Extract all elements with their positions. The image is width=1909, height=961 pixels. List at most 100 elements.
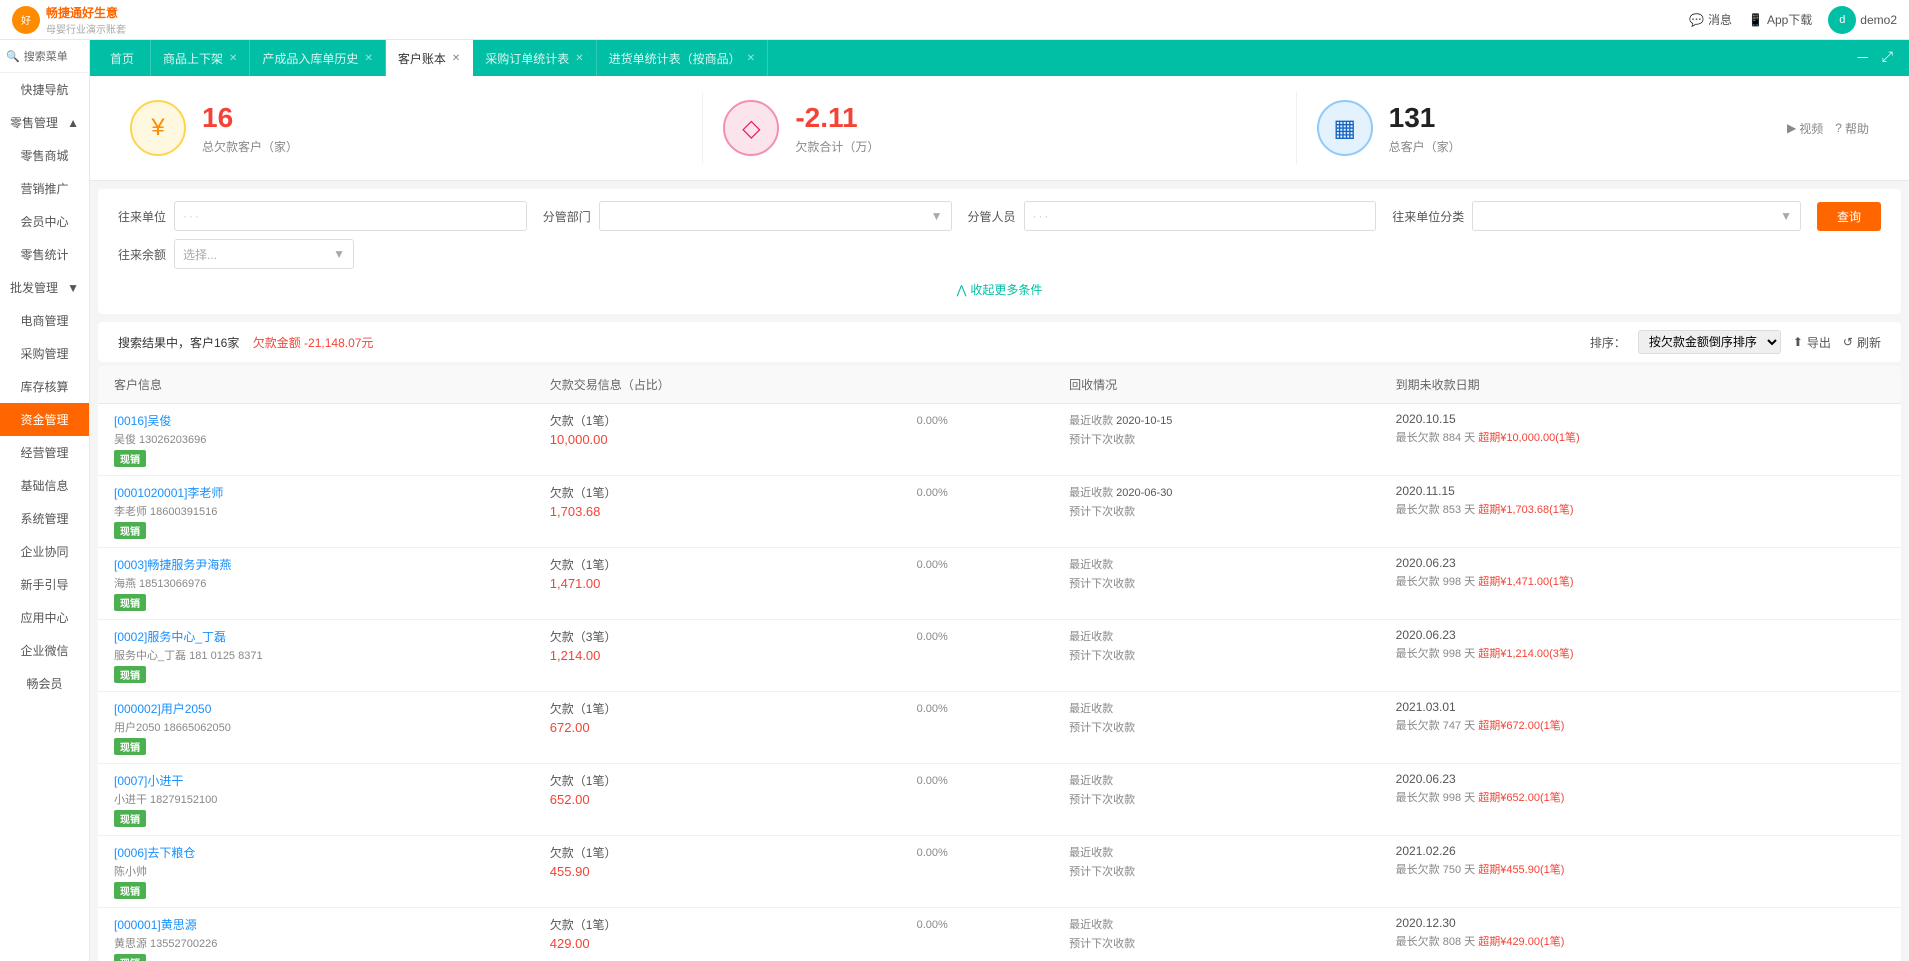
col-debt-info: 欠款交易信息（占比） xyxy=(534,366,901,404)
sidebar-item-apps[interactable]: 应用中心 xyxy=(0,601,89,634)
video-link[interactable]: ▶ 视频 xyxy=(1787,120,1823,137)
sidebar-item-system[interactable]: 系统管理 xyxy=(0,502,89,535)
customer-name[interactable]: [0002]服务中心_丁磊 xyxy=(114,628,518,645)
tab-production-history[interactable]: 产成品入库单历史 ✕ xyxy=(250,40,385,76)
customer-tag: 现销 xyxy=(114,738,146,755)
customer-name[interactable]: [000001]黄思源 xyxy=(114,916,518,933)
debt-amount[interactable]: 1,471.00 xyxy=(550,576,885,591)
overdue-link[interactable]: 超期¥1,471.00(1笔) xyxy=(1478,576,1573,588)
latest-collection-label: 最近收款 xyxy=(1069,844,1364,860)
table-row: [0006]去下粮仓 陈小帅 现销 欠款（1笔） 455.90 0.00% 最近… xyxy=(98,836,1901,908)
help-link[interactable]: ? 帮助 xyxy=(1835,120,1869,137)
overdue-date: 2020.06.23 xyxy=(1396,772,1885,786)
dept-input[interactable]: ▼ xyxy=(599,201,952,231)
customer-name[interactable]: [000002]用户2050 xyxy=(114,700,518,717)
next-collection: 预计下次收款 xyxy=(1069,791,1364,807)
unit-category-input[interactable]: ▼ xyxy=(1472,201,1801,231)
debt-amount[interactable]: 1,214.00 xyxy=(550,648,885,663)
customer-name[interactable]: [0003]畅捷服务尹海燕 xyxy=(114,556,518,573)
sidebar-item-purchase[interactable]: 采购管理 xyxy=(0,337,89,370)
tab-close-production-history[interactable]: ✕ xyxy=(364,53,372,64)
overdue-link[interactable]: 超期¥10,000.00(1笔) xyxy=(1478,432,1580,444)
sidebar-item-inventory[interactable]: 库存核算 xyxy=(0,370,89,403)
minimize-btn[interactable]: － xyxy=(1852,44,1874,72)
tab-close-purchase-stats[interactable]: ✕ xyxy=(575,53,583,64)
overdue-days: 最长欠款 750 天 超期¥455.90(1笔) xyxy=(1396,861,1885,877)
filter-row-2: 往来余额 选择... ▼ xyxy=(118,239,1881,269)
sidebar-item-retail-shop[interactable]: 零售商城 xyxy=(0,139,89,172)
table-row: [000002]用户2050 用户2050 18665062050 现销 欠款（… xyxy=(98,692,1901,764)
person-input[interactable]: ··· xyxy=(1024,201,1377,231)
customer-name[interactable]: [0001020001]李老师 xyxy=(114,484,518,501)
sidebar-item-vip[interactable]: 畅会员 xyxy=(0,667,89,700)
total-customers-value: 131 xyxy=(1389,102,1461,134)
debt-amount[interactable]: 429.00 xyxy=(550,936,885,951)
filter-unit-category: 往来单位分类 ▼ xyxy=(1392,201,1801,231)
sidebar-item-guide[interactable]: 新手引导 xyxy=(0,568,89,601)
latest-collection-label: 最近收款 xyxy=(1069,916,1364,932)
collapse-btn[interactable]: ⋀ 收起更多条件 xyxy=(118,277,1881,302)
overdue-link[interactable]: 超期¥429.00(1笔) xyxy=(1478,936,1564,948)
refresh-btn[interactable]: ↺ 刷新 xyxy=(1843,334,1881,351)
filter-row-1: 往来单位 ··· 分管部门 ▼ 分管人员 ··· xyxy=(118,201,1881,231)
sidebar-item-operations[interactable]: 经营管理 xyxy=(0,436,89,469)
app-download-btn[interactable]: 📱 App下载 xyxy=(1748,11,1812,28)
debt-amount[interactable]: 10,000.00 xyxy=(550,432,885,447)
tab-purchase-stats[interactable]: 采购订单统计表 ✕ xyxy=(473,40,596,76)
tab-product-list[interactable]: 商品上下架 ✕ xyxy=(151,40,250,76)
overdue-link[interactable]: 超期¥652.00(1笔) xyxy=(1478,792,1564,804)
sidebar-item-retail-stats[interactable]: 零售统计 xyxy=(0,238,89,271)
customer-name[interactable]: [0007]小进干 xyxy=(114,772,518,789)
sidebar-item-quick-nav[interactable]: 快捷导航 xyxy=(0,73,89,106)
chevron-icon: ▲ xyxy=(67,116,79,130)
tab-close-customer-account[interactable]: ✕ xyxy=(452,53,460,64)
sidebar-item-marketing[interactable]: 营销推广 xyxy=(0,172,89,205)
tab-import-stats[interactable]: 进货单统计表（按商品） ✕ xyxy=(597,40,768,76)
latest-collection-label: 最近收款 2020-10-15 xyxy=(1069,412,1364,428)
table-container: 客户信息 欠款交易信息（占比） 回收情况 到期未收款日期 [0016]吴俊 吴俊… xyxy=(98,366,1901,961)
tab-home[interactable]: 首页 xyxy=(94,40,151,76)
overdue-date: 2020.12.30 xyxy=(1396,916,1885,930)
top-bar: 好 畅捷通好生意 母婴行业演示账套 💬 消息 📱 App下载 d demo2 xyxy=(0,0,1909,40)
sidebar-item-member[interactable]: 会员中心 xyxy=(0,205,89,238)
customer-name[interactable]: [0016]吴俊 xyxy=(114,412,518,429)
sidebar-item-finance[interactable]: 资金管理 xyxy=(0,403,89,436)
overdue-link[interactable]: 超期¥1,703.68(1笔) xyxy=(1478,504,1573,516)
export-btn[interactable]: ⬆ 导出 xyxy=(1793,334,1831,351)
overdue-link[interactable]: 超期¥672.00(1笔) xyxy=(1478,720,1564,732)
overdue-link[interactable]: 超期¥455.90(1笔) xyxy=(1478,864,1564,876)
sidebar-item-enterprise[interactable]: 企业协同 xyxy=(0,535,89,568)
debt-ratio: 0.00% xyxy=(917,631,1038,643)
search-button[interactable]: 查询 xyxy=(1817,202,1881,231)
debt-amount[interactable]: 455.90 xyxy=(550,864,885,879)
filter-dept: 分管部门 ▼ xyxy=(543,201,952,231)
sidebar-item-ecommerce[interactable]: 电商管理 xyxy=(0,304,89,337)
sidebar-item-base-info[interactable]: 基础信息 xyxy=(0,469,89,502)
sidebar-item-retail-mgmt[interactable]: 零售管理 ▲ xyxy=(0,106,89,139)
overdue-link[interactable]: 超期¥1,214.00(3笔) xyxy=(1478,648,1573,660)
debt-amount[interactable]: 652.00 xyxy=(550,792,885,807)
tab-close-product-list[interactable]: ✕ xyxy=(229,53,237,64)
chevron-down-icon: ▼ xyxy=(67,281,79,295)
debt-amount[interactable]: 672.00 xyxy=(550,720,885,735)
tab-customer-account[interactable]: 客户账本 ✕ xyxy=(386,40,473,76)
customer-name[interactable]: [0006]去下粮仓 xyxy=(114,844,518,861)
video-icon: ▶ xyxy=(1787,121,1796,135)
table-row: [0001020001]李老师 李老师 18600391516 现销 欠款（1笔… xyxy=(98,476,1901,548)
sidebar-item-batch-mgmt[interactable]: 批发管理 ▼ xyxy=(0,271,89,304)
sidebar-item-wechat[interactable]: 企业微信 xyxy=(0,634,89,667)
maximize-btn[interactable]: ⤢ xyxy=(1878,44,1897,72)
message-btn[interactable]: 💬 消息 xyxy=(1689,11,1732,28)
tab-close-import-stats[interactable]: ✕ xyxy=(747,53,755,64)
tab-bar: 首页 商品上下架 ✕ 产成品入库单历史 ✕ 客户账本 ✕ 采购订单统计表 ✕ 进… xyxy=(90,40,1909,76)
source-unit-input[interactable]: ··· xyxy=(174,201,527,231)
customer-phone: 海燕 18513066976 xyxy=(114,575,518,591)
user-profile-btn[interactable]: d demo2 xyxy=(1828,6,1897,34)
debt-amount[interactable]: 1,703.68 xyxy=(550,504,885,519)
sidebar-search[interactable]: 🔍 搜索菜单 xyxy=(0,40,89,73)
balance-input[interactable]: 选择... ▼ xyxy=(174,239,354,269)
overdue-date: 2020.11.15 xyxy=(1396,484,1885,498)
overdue-date: 2021.02.26 xyxy=(1396,844,1885,858)
sort-select[interactable]: 按欠款金额倒序排序 xyxy=(1638,330,1781,354)
customer-tag: 现销 xyxy=(114,450,146,467)
